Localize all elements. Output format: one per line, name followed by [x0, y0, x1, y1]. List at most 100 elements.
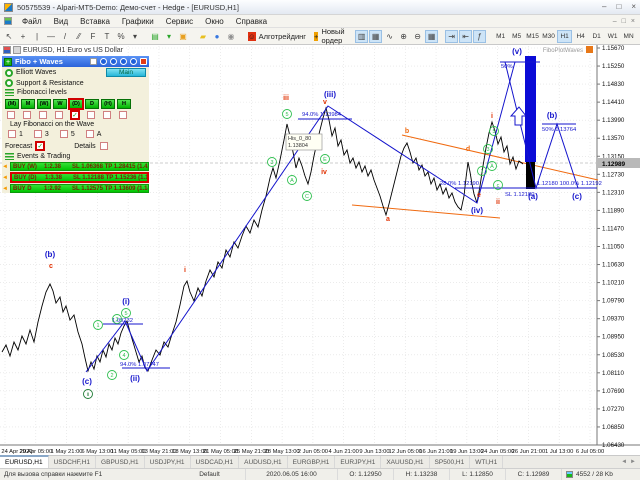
algo-trading-button[interactable]: ☺ Алготрейдинг — [244, 30, 310, 43]
tile-windows-icon[interactable]: ▦ — [425, 29, 439, 43]
lay-fib-checkbox[interactable] — [8, 130, 16, 138]
text-label-icon[interactable]: T — [101, 30, 114, 43]
chart-tab[interactable]: EURUSD,H1 — [0, 455, 49, 468]
timeframe-mn[interactable]: MN — [621, 30, 636, 43]
chart-tab[interactable]: EURGBP,H1 — [288, 456, 336, 468]
pointer-icon[interactable]: ↖ — [3, 30, 16, 43]
panel-header[interactable]: + Fibo + Waves — [2, 56, 149, 67]
chart-tab[interactable]: USDCHF,H1 — [49, 456, 97, 468]
tab-nav-arrow[interactable]: ◄ — [621, 459, 627, 465]
channel-icon[interactable]: ⁄⁄ — [73, 30, 86, 43]
zoom-in-icon[interactable]: ⊕ — [397, 30, 410, 43]
degree-checkbox[interactable] — [87, 111, 95, 119]
profiles-icon[interactable]: ▣ — [177, 30, 190, 43]
timeframe-h4[interactable]: H4 — [573, 30, 588, 43]
panel-collapse-icon[interactable] — [90, 58, 97, 65]
fibonacci-icon[interactable]: F — [87, 30, 100, 43]
degree-checkbox[interactable]: ✓ — [71, 111, 79, 119]
timeframe-m15[interactable]: M15 — [525, 30, 540, 43]
lay-fib-checkbox[interactable] — [33, 130, 42, 138]
trendline-icon[interactable]: / — [59, 30, 72, 43]
details-checkbox[interactable] — [99, 142, 108, 150]
main-button[interactable]: Main — [106, 68, 146, 77]
chart-tab[interactable]: AUDUSD,H1 — [239, 456, 288, 468]
market-watch-icon[interactable]: ◉ — [225, 30, 238, 43]
mdi-close-button[interactable]: × — [631, 18, 635, 25]
panel-close-icon[interactable] — [140, 58, 147, 65]
chart-area[interactable]: 1.15670 1.15250 1.14830 1.14410 1.13990 1.135… — [0, 45, 640, 455]
minimize-button[interactable]: – — [602, 3, 606, 11]
degree-checkbox[interactable] — [7, 111, 15, 119]
wave-degree-button[interactable]: (M) — [5, 99, 19, 109]
horizontal-line-icon[interactable]: — — [45, 30, 58, 43]
chart-tab[interactable]: USDCAD,H1 — [191, 456, 240, 468]
crosshair-icon[interactable]: + — [17, 30, 30, 43]
wave-degree-button[interactable]: (H) — [101, 99, 115, 109]
degree-checkbox[interactable] — [55, 111, 63, 119]
new-chart-icon[interactable]: ▤ — [149, 30, 162, 43]
objects-dropdown-icon[interactable]: ▾ — [129, 30, 142, 43]
tab-nav-arrow[interactable]: ► — [630, 459, 636, 465]
wave-degree-button[interactable]: (D) — [69, 99, 83, 109]
timeframe-m5[interactable]: M5 — [509, 30, 524, 43]
menu-item[interactable]: Вставка — [74, 16, 116, 27]
timeframe-m1[interactable]: M1 — [493, 30, 508, 43]
chart-tab[interactable]: WTI,H1 — [470, 456, 504, 468]
panel-sound-icon[interactable] — [100, 58, 107, 65]
vertical-line-icon[interactable]: | — [31, 30, 44, 43]
status-profile[interactable]: Default — [174, 469, 246, 480]
timeframe-d1[interactable]: D1 — [589, 30, 604, 43]
close-button[interactable]: × — [631, 3, 636, 11]
menu-item[interactable]: Сервис — [160, 16, 199, 27]
indicators-icon[interactable]: ƒ — [473, 29, 487, 43]
lay-fib-checkbox[interactable] — [59, 130, 68, 138]
timeframe-m30[interactable]: M30 — [541, 30, 556, 43]
degree-checkbox[interactable] — [119, 111, 127, 119]
timeframe-w1[interactable]: W1 — [605, 30, 620, 43]
mdi-restore-button[interactable]: □ — [622, 18, 626, 25]
chart-tab[interactable]: GBPUSD,H1 — [96, 456, 145, 468]
menu-item[interactable]: Вид — [48, 16, 74, 27]
degree-checkbox[interactable] — [23, 111, 31, 119]
bar-chart-icon[interactable]: ▥ — [355, 29, 369, 43]
panel-mail-icon[interactable] — [110, 58, 117, 65]
support-settings-icon[interactable] — [5, 79, 13, 87]
chart-dropdown-icon[interactable]: ▾ — [163, 30, 176, 43]
wave-degree-button[interactable]: D — [85, 99, 99, 109]
elliott-settings-icon[interactable] — [5, 68, 13, 77]
wave-degree-button[interactable]: W — [53, 99, 67, 109]
mdi-minimize-button[interactable]: – — [613, 18, 617, 25]
line-chart-icon[interactable]: ∿ — [383, 30, 396, 43]
wave-degree-button[interactable]: M — [21, 99, 35, 109]
symbols-icon[interactable]: ▰ — [197, 30, 210, 43]
panel-expand-icon[interactable]: + — [4, 57, 12, 66]
new-order-button[interactable]: + Новый ордер — [310, 27, 349, 45]
chart-tab[interactable]: USDJPY,H1 — [145, 456, 191, 468]
maximize-button[interactable]: □ — [616, 3, 621, 11]
wave-degree-button[interactable]: H — [117, 99, 131, 109]
chart-tab[interactable]: EURJPY,H1 — [335, 456, 382, 468]
signal-row[interactable]: ◄ BUY D 1:2.92 SL 1.12575 TP 1.13609 (1.146… — [2, 184, 149, 193]
degree-checkbox[interactable] — [39, 111, 47, 119]
signal-row[interactable]: ◄ BUY (D) 1:3.38 SL 1.12188 TP 1.15236 (1.1… — [2, 172, 149, 183]
timeframe-h1[interactable]: H1 — [557, 29, 573, 43]
chart-tab[interactable]: XAUUSD,H1 — [381, 456, 430, 468]
panel-popup-icon[interactable] — [130, 58, 137, 65]
chart-tab[interactable]: SP500,H1 — [430, 456, 471, 468]
panel-push-icon[interactable] — [120, 58, 127, 65]
signal-row[interactable]: ◄ BUY (W) 1:2.38 SL 1.06368 TP 1.28415 (1.4… — [2, 162, 149, 171]
menu-item[interactable]: Файл — [16, 16, 48, 27]
lay-fib-checkbox[interactable] — [85, 130, 94, 138]
menu-item[interactable]: Окно — [199, 16, 230, 27]
degree-checkbox[interactable] — [103, 111, 111, 119]
forecast-checkbox[interactable]: ✓ — [36, 142, 45, 150]
menu-item[interactable]: Справка — [230, 16, 273, 27]
depth-of-market-icon[interactable]: ● — [211, 30, 224, 43]
candle-chart-icon[interactable]: ▦ — [369, 29, 383, 43]
menu-item[interactable]: Графики — [116, 16, 160, 27]
zoom-out-icon[interactable]: ⊖ — [411, 30, 424, 43]
chart-shift-icon[interactable]: ⇤ — [459, 29, 473, 43]
auto-scroll-icon[interactable]: ⇥ — [445, 29, 459, 43]
wave-degree-button[interactable]: (W) — [37, 99, 51, 109]
arrows-icon[interactable]: % — [115, 30, 128, 43]
